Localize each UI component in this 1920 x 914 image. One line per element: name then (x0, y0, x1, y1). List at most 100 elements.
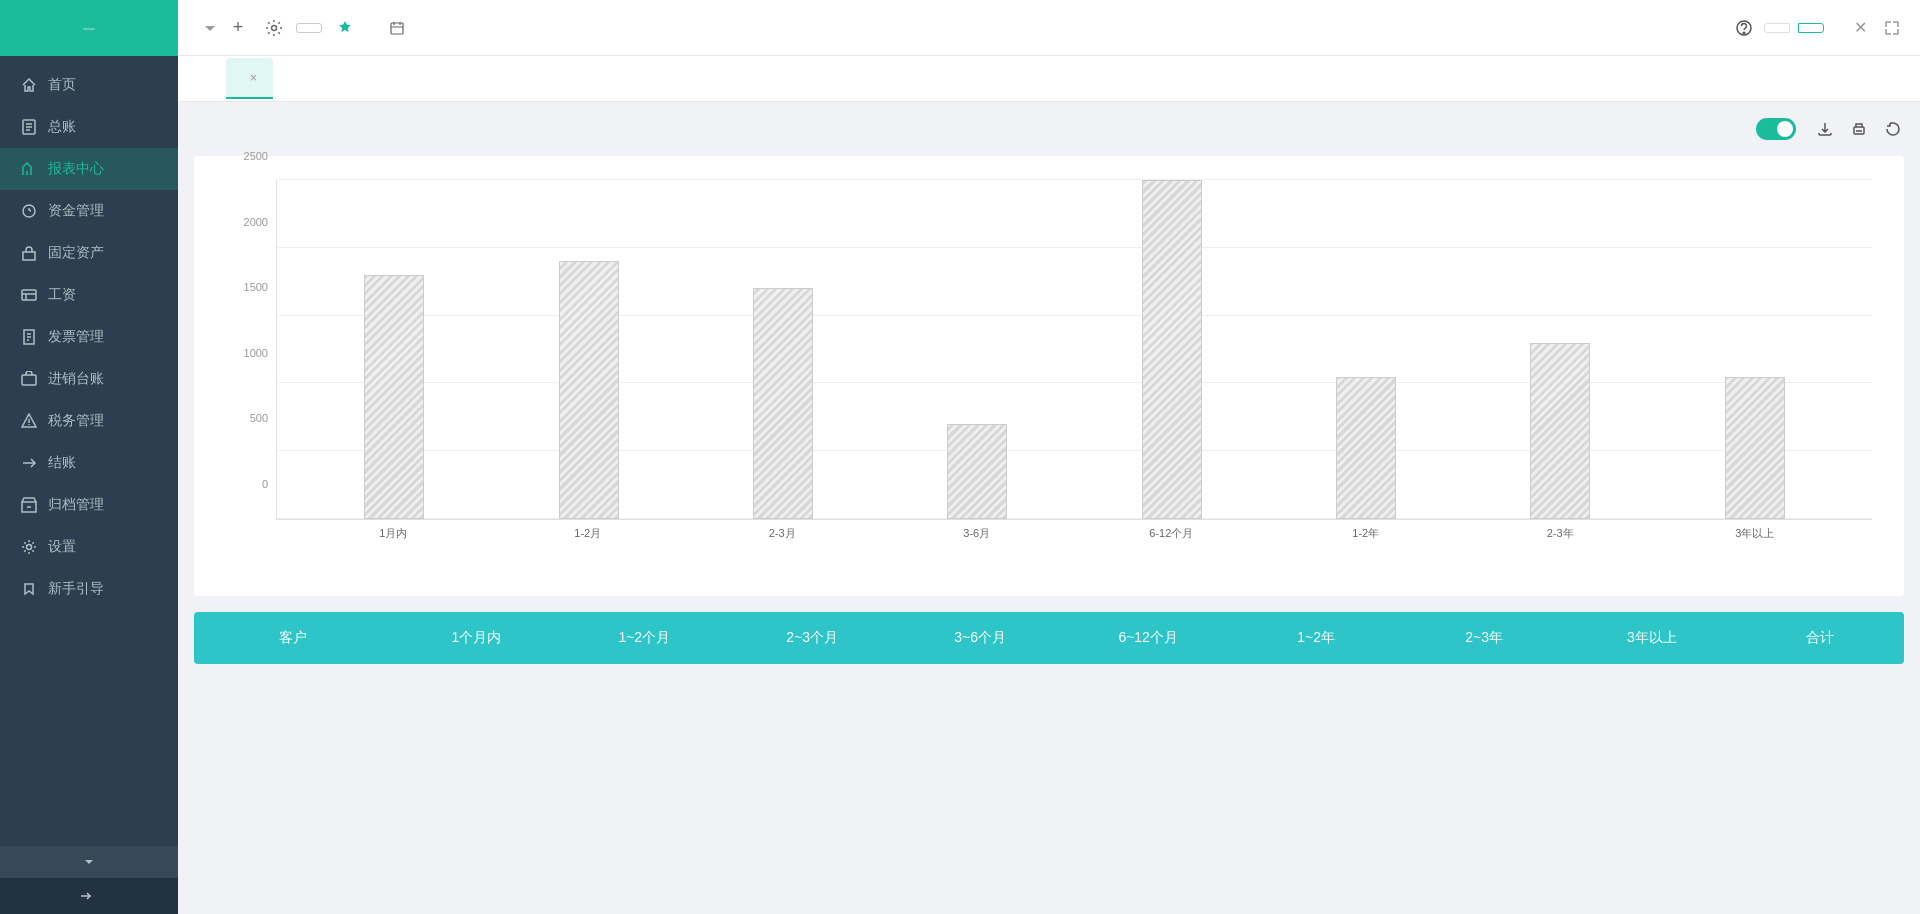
bar-6 (1530, 343, 1590, 519)
x-label-3: 3-6月 (880, 520, 1075, 541)
th-1: 1个月内 (392, 613, 560, 663)
sidebar: 首页总账报表中心资金管理固定资产工资发票管理进销台账税务管理结账归档管理设置新手… (0, 0, 178, 914)
bar-group-7 (1658, 180, 1852, 519)
sidebar-item-reports[interactable]: 报表中心 (0, 148, 178, 190)
sidebar-item-archive[interactable]: 归档管理 (0, 484, 178, 526)
bar-group-6 (1463, 180, 1657, 519)
add-button[interactable]: + (224, 14, 252, 42)
user-btn[interactable] (1764, 23, 1790, 33)
sidebar-item-home[interactable]: 首页 (0, 64, 178, 106)
sidebar-item-tax[interactable]: 税务管理 (0, 400, 178, 442)
nav-label-guide: 新手引导 (48, 580, 104, 598)
sidebar-item-purchase[interactable]: 进销台账 (0, 358, 178, 400)
table-container: 客户1个月内1~2个月2~3个月3~6个月6~12个月1~2年2~3年3年以上合… (194, 612, 1904, 664)
sidebar-item-settings[interactable]: 设置 (0, 526, 178, 568)
x-label-5: 1-2年 (1269, 520, 1464, 541)
sidebar-item-capital[interactable]: 资金管理 (0, 190, 178, 232)
x-label-4: 6-12个月 (1074, 520, 1269, 541)
reports-icon (20, 160, 38, 178)
tax-icon (20, 412, 38, 430)
bar-4 (1142, 180, 1202, 519)
chart-container: 05001000150020002500 1月内1-2月2-3月3-6月6-12… (194, 156, 1904, 596)
switch-old-btn[interactable] (296, 23, 322, 33)
period-info (376, 20, 404, 36)
sidebar-item-guide[interactable]: 新手引导 (0, 568, 178, 610)
cancel-fixed-btn[interactable] (0, 878, 178, 914)
x-label-2: 2-3月 (685, 520, 880, 541)
bar-group-3 (880, 180, 1074, 519)
bar-5 (1336, 377, 1396, 519)
app-logo[interactable] (0, 0, 178, 56)
page-content: 05001000150020002500 1月内1-2月2-3月3-6月6-12… (178, 102, 1920, 914)
y-axis-label-2: 1000 (244, 347, 268, 359)
sidebar-item-assets[interactable]: 固定资产 (0, 232, 178, 274)
scroll-down-btn[interactable] (0, 846, 178, 878)
nav-label-settings: 设置 (48, 538, 76, 556)
nav-label-archive: 归档管理 (48, 496, 104, 514)
tab-close-icon[interactable]: × (250, 71, 257, 85)
print-btn[interactable] (1852, 122, 1870, 136)
chart-plot (276, 180, 1872, 520)
settings-icon[interactable] (260, 14, 288, 42)
y-axis: 05001000150020002500 (226, 150, 276, 490)
x-label-0: 1月内 (296, 520, 491, 541)
x-label-7: 3年以上 (1658, 520, 1853, 541)
th-8: 3年以上 (1568, 613, 1736, 663)
sidebar-item-ledger[interactable]: 总账 (0, 106, 178, 148)
refresh-icon (1886, 122, 1900, 136)
tab-bar: × (178, 56, 1920, 102)
nav-label-capital: 资金管理 (48, 202, 104, 220)
sidebar-item-invoice[interactable]: 发票管理 (0, 316, 178, 358)
bar-1 (559, 261, 619, 519)
expand-btn[interactable] (1880, 16, 1904, 40)
chart-toggle-group (1756, 118, 1802, 140)
page-toolbar (1756, 118, 1904, 140)
y-axis-label-3: 1500 (244, 281, 268, 293)
th-0: 客户 (194, 613, 392, 663)
bar-3 (947, 424, 1007, 519)
th-5: 6~12个月 (1064, 613, 1232, 663)
home-icon (20, 76, 38, 94)
nav-label-payroll: 工资 (48, 286, 76, 304)
capital-icon (20, 202, 38, 220)
invoice-icon (20, 328, 38, 346)
tab-home[interactable] (194, 66, 226, 92)
company-dropdown-icon[interactable] (204, 19, 216, 37)
sidebar-item-checkout[interactable]: 结账 (0, 442, 178, 484)
svg-point-9 (272, 25, 277, 30)
tab-ar-aging[interactable]: × (226, 58, 273, 99)
role-btn[interactable] (1798, 23, 1824, 33)
guide-icon (20, 580, 38, 598)
chart-toggle[interactable] (1756, 118, 1796, 140)
certified-badge (338, 21, 356, 35)
pro-badge (83, 28, 95, 30)
close-btn[interactable]: ✕ (1848, 16, 1872, 40)
bar-chart: 05001000150020002500 1月内1-2月2-3月3-6月6-12… (226, 180, 1872, 560)
nav-label-checkout: 结账 (48, 454, 76, 472)
bar-group-2 (686, 180, 880, 519)
checkout-icon (20, 454, 38, 472)
settings-icon (20, 538, 38, 556)
svg-rect-5 (22, 375, 36, 385)
svg-point-12 (1743, 32, 1745, 34)
download-icon (1818, 122, 1832, 136)
bar-group-5 (1269, 180, 1463, 519)
nav-label-invoice: 发票管理 (48, 328, 104, 346)
th-9: 合计 (1736, 613, 1904, 663)
bar-group-1 (491, 180, 685, 519)
svg-rect-10 (391, 23, 403, 34)
sidebar-item-payroll[interactable]: 工资 (0, 274, 178, 316)
page-header (194, 118, 1904, 140)
bar-group-0 (297, 180, 491, 519)
bar-0 (364, 275, 424, 519)
print-icon (1852, 122, 1866, 136)
svg-point-1 (23, 205, 35, 217)
nav-label-ledger: 总账 (48, 118, 76, 136)
nav-label-reports: 报表中心 (48, 160, 104, 178)
download-btn[interactable] (1818, 122, 1836, 136)
support-btn[interactable] (1736, 20, 1756, 36)
refresh-btn[interactable] (1886, 122, 1904, 136)
x-label-6: 2-3年 (1463, 520, 1658, 541)
y-axis-label-0: 0 (262, 478, 268, 490)
x-label-1: 1-2月 (491, 520, 686, 541)
